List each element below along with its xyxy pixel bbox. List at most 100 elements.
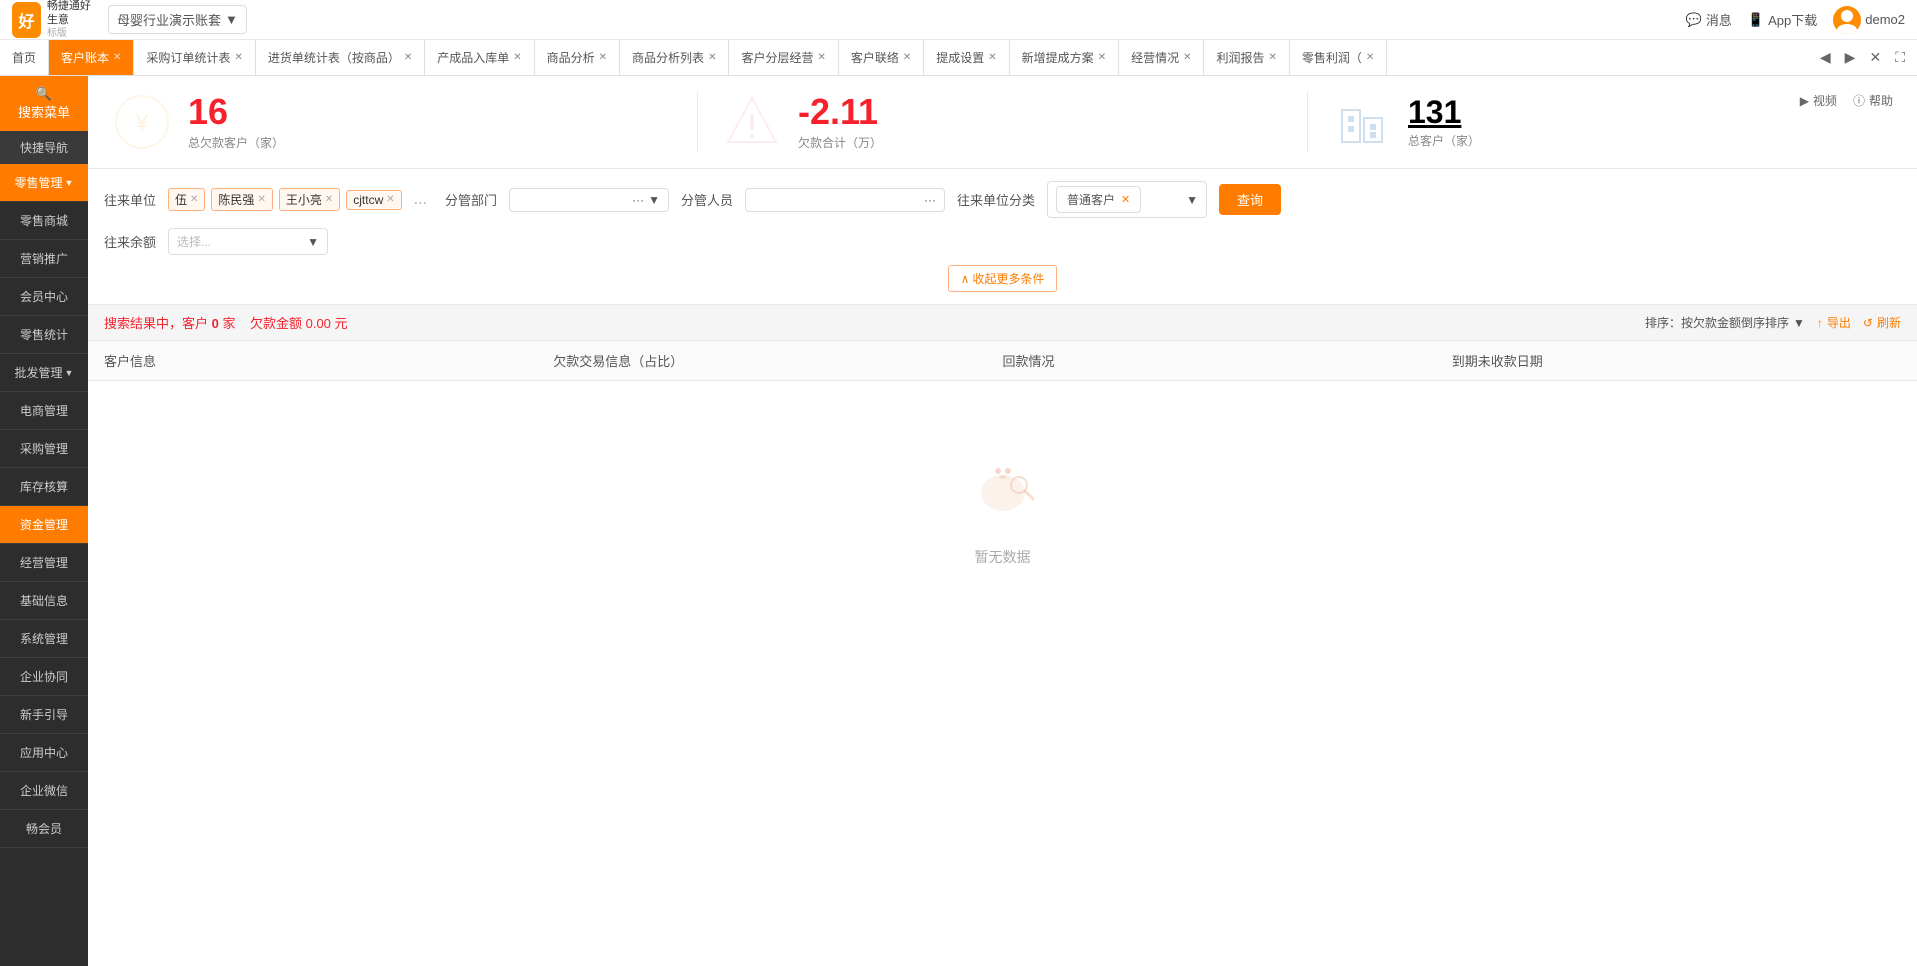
remove-tag-0[interactable]: ✕ [190,194,198,205]
filter-tag-1[interactable]: 陈民强 ✕ [211,188,272,211]
col-debt-info: 欠款交易信息（占比） [553,351,1002,370]
query-button[interactable]: 查询 [1219,184,1281,215]
chevron-down-dept: ▼ [648,193,660,207]
close-tab-purchase-order[interactable]: ✕ [234,52,242,63]
sidebar-item-ecom-mgmt[interactable]: 电商管理 [0,392,88,430]
remove-tag-1[interactable]: ✕ [257,194,265,205]
close-tab-cost-inbound[interactable]: ✕ [513,52,521,63]
chevron-down-sort: ▼ [1793,316,1805,330]
sidebar-item-new-guide[interactable]: 新手引导 [0,696,88,734]
close-tab-customer-segmentation[interactable]: ✕ [817,52,825,63]
help-button[interactable]: ⓘ 帮助 [1853,92,1893,109]
sidebar-item-app-center[interactable]: 应用中心 [0,734,88,772]
tab-fullscreen-button[interactable]: ⛶ [1891,47,1909,68]
tab-operation-status[interactable]: 经营情况 ✕ [1119,40,1204,75]
close-tab-operation-status[interactable]: ✕ [1183,52,1191,63]
remove-category[interactable]: ✕ [1121,193,1130,206]
tab-next-button[interactable]: ▶ [1841,47,1860,68]
tab-home[interactable]: 首页 [0,40,49,75]
close-tab-promotion-settings[interactable]: ✕ [988,52,996,63]
main-layout: 🔍 搜索菜单 快捷导航 零售管理 ▼ 零售商城 营销推广 会员中心 零售统计 批… [0,76,1917,966]
sidebar-item-retail-mall[interactable]: 零售商城 [0,202,88,240]
tab-inbound-stat[interactable]: 进货单统计表（按商品） ✕ [256,40,425,75]
balance-selector[interactable]: 选择... ▼ [168,228,328,255]
close-tab-product-analysis[interactable]: ✕ [599,52,607,63]
col-repayment: 回款情况 [1003,351,1452,370]
tab-close-all-button[interactable]: ✕ [1865,47,1885,68]
stat-total-debtors: ¥ 16 总欠款客户（家） [112,92,673,152]
export-icon: ↑ [1817,316,1823,330]
message-icon: 💬 [1686,12,1702,28]
close-tab-customer-contact[interactable]: ✕ [903,52,911,63]
sidebar-quick-nav[interactable]: 快捷导航 [0,131,88,164]
export-button[interactable]: ↑ 导出 [1817,314,1851,331]
person-selector[interactable]: ··· [745,188,945,212]
tab-controls: ◀ ▶ ✕ ⛶ [1808,47,1917,68]
sidebar-item-member-center[interactable]: 会员中心 [0,278,88,316]
video-button[interactable]: ▶ 视频 [1800,92,1837,109]
collapse-button[interactable]: ∧ 收起更多条件 [948,265,1058,292]
sidebar-item-purchase-mgmt[interactable]: 采购管理 [0,430,88,468]
workspace-selector[interactable]: 母婴行业演示账套 ▼ [108,5,247,34]
tab-retail-profit[interactable]: 零售利润（ ✕ [1290,40,1387,75]
tab-cost-inbound[interactable]: 产成品入库单 ✕ [425,40,534,75]
close-tab-inbound-stat[interactable]: ✕ [404,52,412,63]
tab-product-analysis-list[interactable]: 商品分析列表 ✕ [620,40,729,75]
filter-tag-3[interactable]: cjttcw ✕ [346,190,401,210]
app-download-button[interactable]: 📱 App下载 [1748,10,1817,29]
tab-purchase-order[interactable]: 采购订单统计表 ✕ [134,40,255,75]
filter-more-button[interactable]: ... [408,189,433,211]
filter-tag-2[interactable]: 王小亮 ✕ [279,188,340,211]
refresh-button[interactable]: ↺ 刷新 [1863,314,1901,331]
chevron-icon-wholesale: ▼ [65,368,74,378]
sidebar-item-basic-info[interactable]: 基础信息 [0,582,88,620]
banner-actions: ▶ 视频 ⓘ 帮助 [1800,92,1893,109]
sidebar-item-marketing[interactable]: 营销推广 [0,240,88,278]
sidebar-item-capital-mgmt[interactable]: 资金管理 [0,506,88,544]
sidebar-item-enterprise-wechat[interactable]: 企业微信 [0,772,88,810]
tab-new-promotion-plan[interactable]: 新增提成方案 ✕ [1010,40,1119,75]
category-selector[interactable]: 普通客户 ✕ ▼ [1047,181,1207,218]
sidebar-item-system-mgmt[interactable]: 系统管理 [0,620,88,658]
result-actions: 排序：按欠款金额倒序排序 ▼ ↑ 导出 ↺ 刷新 [1645,314,1901,331]
sidebar-item-enterprise-coop[interactable]: 企业协同 [0,658,88,696]
tab-customer-contact[interactable]: 客户联络 ✕ [839,40,924,75]
tab-product-analysis[interactable]: 商品分析 ✕ [535,40,620,75]
sort-selector[interactable]: 排序：按欠款金额倒序排序 ▼ [1645,314,1805,331]
debt-icon [722,92,782,152]
close-tab-customer-account[interactable]: ✕ [113,52,121,63]
search-icon: 🔍 [4,86,84,102]
dept-selector[interactable]: ··· ▼ [509,188,669,212]
tab-customer-account[interactable]: 客户账本 ✕ [49,40,134,75]
chevron-icon: ▼ [65,178,74,188]
stat-debt-values: -2.11 欠款合计（万） [798,94,882,151]
remove-tag-2[interactable]: ✕ [325,194,333,205]
close-tab-profit-report[interactable]: ✕ [1269,52,1277,63]
tab-customer-segmentation[interactable]: 客户分层经营 ✕ [729,40,838,75]
sidebar-item-retail-mgmt[interactable]: 零售管理 ▼ [0,164,88,202]
filter-row-2: 往来余额 选择... ▼ [104,228,1901,255]
sidebar-item-operation-mgmt[interactable]: 经营管理 [0,544,88,582]
dept-label: 分管部门 [445,190,497,209]
close-tab-retail-profit[interactable]: ✕ [1366,52,1374,63]
sidebar-item-retail-stat[interactable]: 零售统计 [0,316,88,354]
tab-prev-button[interactable]: ◀ [1816,47,1835,68]
svg-text:¥: ¥ [135,110,149,135]
sidebar-item-inventory-check[interactable]: 库存核算 [0,468,88,506]
sidebar-item-vip-member[interactable]: 畅会员 [0,810,88,848]
filter-tag-0[interactable]: 伍 ✕ [168,188,205,211]
message-button[interactable]: 💬 消息 [1686,10,1732,29]
close-tab-product-analysis-list[interactable]: ✕ [708,52,716,63]
remove-tag-3[interactable]: ✕ [386,194,394,205]
close-tab-new-promotion-plan[interactable]: ✕ [1098,52,1106,63]
tab-profit-report[interactable]: 利润报告 ✕ [1204,40,1289,75]
sidebar-search[interactable]: 🔍 搜索菜单 [0,76,88,131]
logo-area: 好 畅捷通好生意 标版 [12,0,100,40]
sidebar-item-wholesale-mgmt[interactable]: 批发管理 ▼ [0,354,88,392]
user-avatar[interactable]: demo2 [1833,6,1905,34]
stat-divider-2 [1307,92,1308,152]
tab-promotion-settings[interactable]: 提成设置 ✕ [924,40,1009,75]
table-container: 客户信息 欠款交易信息（占比） 回款情况 到期未收款日期 [88,341,1917,966]
yuan-icon: ¥ [112,92,172,152]
person-label: 分管人员 [681,190,733,209]
